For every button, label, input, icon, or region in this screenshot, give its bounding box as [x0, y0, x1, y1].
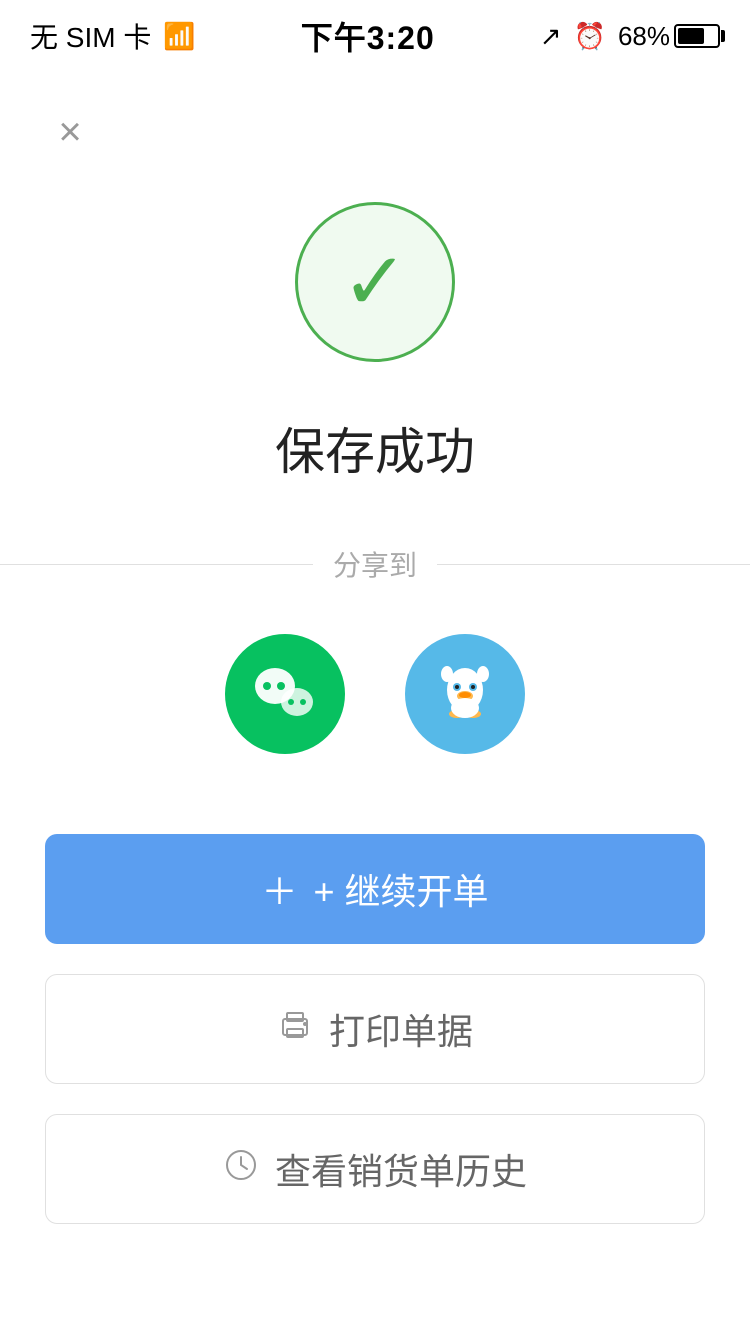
success-title: 保存成功	[275, 412, 475, 484]
battery-indicator: 68%	[618, 21, 720, 52]
close-button[interactable]: ×	[40, 102, 100, 162]
success-section: ✓ 保存成功	[275, 202, 475, 544]
success-circle: ✓	[295, 202, 455, 362]
history-icon	[223, 1147, 259, 1192]
print-button[interactable]: 打印单据	[45, 974, 705, 1084]
continue-label: + 继续开单	[313, 863, 488, 915]
wechat-share-button[interactable]	[225, 634, 345, 754]
share-label: 分享到	[313, 544, 437, 584]
share-divider: 分享到	[0, 544, 750, 584]
share-icons	[225, 634, 525, 754]
plus-icon: ＋	[261, 863, 297, 915]
print-icon	[277, 1007, 313, 1052]
wifi-icon: 📶	[163, 21, 195, 52]
main-content: × ✓ 保存成功 分享到	[0, 72, 750, 1334]
print-label: 打印单据	[329, 1003, 473, 1055]
close-icon: ×	[58, 112, 81, 152]
battery-fill	[678, 28, 704, 44]
action-buttons: ＋ + 继续开单 打印单据 查看销货单历史	[45, 834, 705, 1224]
battery-icon	[674, 24, 720, 48]
status-right: ↗ ⏰ 68%	[540, 21, 720, 52]
battery-percent: 68%	[618, 21, 670, 52]
wechat-icon	[253, 666, 317, 722]
qq-icon	[433, 662, 497, 726]
history-label: 查看销货单历史	[275, 1143, 527, 1195]
status-left: 无 SIM 卡 📶	[30, 16, 196, 56]
alarm-icon: ⏰	[574, 21, 606, 52]
no-sim-text: 无 SIM 卡	[30, 16, 151, 56]
history-button[interactable]: 查看销货单历史	[45, 1114, 705, 1224]
continue-button[interactable]: ＋ + 继续开单	[45, 834, 705, 944]
location-icon: ↗	[540, 21, 562, 52]
checkmark-icon: ✓	[341, 242, 408, 322]
qq-share-button[interactable]	[405, 634, 525, 754]
status-bar: 无 SIM 卡 📶 下午3:20 ↗ ⏰ 68%	[0, 0, 750, 72]
status-time: 下午3:20	[301, 13, 435, 59]
share-section: 分享到	[0, 544, 750, 754]
